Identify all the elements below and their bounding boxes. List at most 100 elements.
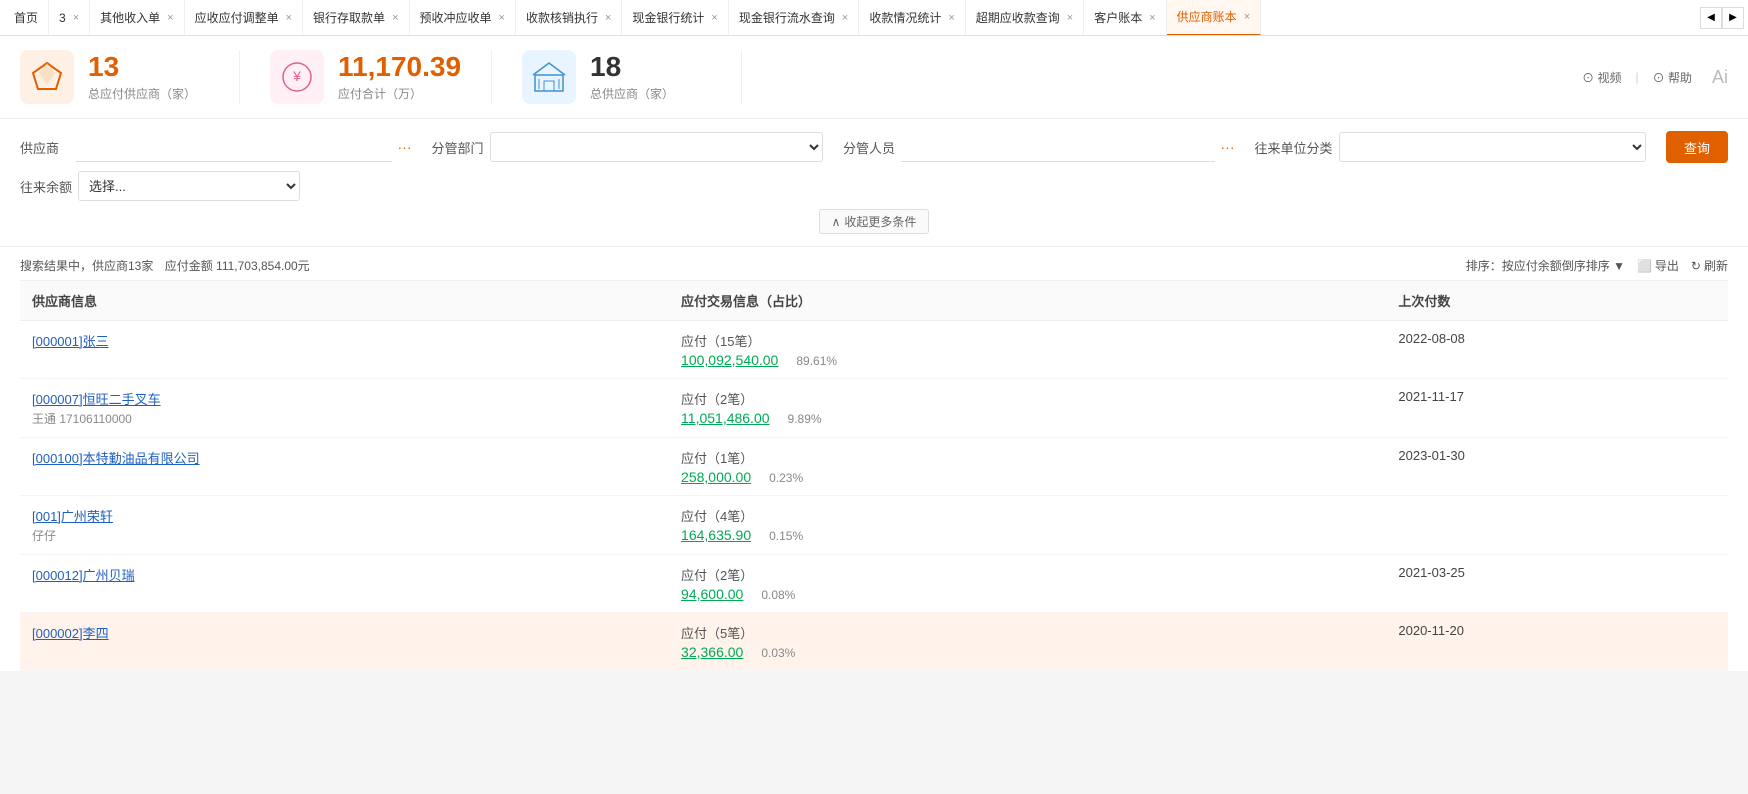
stat-value-3: 18 (590, 52, 674, 83)
tx-label: 应付（15笔） (681, 331, 1374, 350)
category-select[interactable] (1339, 132, 1646, 162)
export-button[interactable]: ⬜ 导出 (1637, 257, 1679, 274)
nav-tab-overdue[interactable]: 超期应收款查询 × (966, 0, 1084, 36)
supplier-link[interactable]: [000100]本特勤油品有限公司 (32, 451, 200, 466)
nav-arrows: ◀ ▶ (1700, 7, 1744, 29)
close-icon[interactable]: × (499, 12, 505, 24)
filter-item-balance: 往来余额 选择... (20, 171, 300, 201)
balance-label: 往来余额 (20, 177, 72, 196)
divider: | (1636, 70, 1639, 84)
close-icon[interactable]: × (711, 12, 717, 24)
ai-badge[interactable]: Ai (1712, 67, 1728, 88)
nav-next-button[interactable]: ▶ (1722, 7, 1744, 29)
stat-label-1: 总应付供应商（家） (88, 85, 196, 102)
close-icon[interactable]: × (1244, 11, 1250, 23)
stat-info-2: 11,170.39 应付合计（万） (338, 52, 461, 103)
toolbar-right: 排序：按应付余额倒序排序 ▼ ⬜ 导出 ↻ 刷新 (1466, 257, 1728, 274)
close-icon[interactable]: × (286, 12, 292, 24)
close-icon[interactable]: × (1149, 12, 1155, 24)
supplier-info-cell: [000002]李四 (20, 613, 669, 671)
close-icon[interactable]: × (167, 12, 173, 24)
nav-tab-collection-stat[interactable]: 收款情况统计 × (859, 0, 965, 36)
supplier-link[interactable]: [000007]恒旺二手叉车 (32, 392, 161, 407)
query-button[interactable]: 查询 (1666, 131, 1728, 163)
help-link[interactable]: ⊙ 帮助 (1653, 69, 1692, 86)
filter-row-1: 供应商 ··· 分管部门 分管人员 ··· 往来单位分类 查询 (20, 131, 1728, 163)
supplier-link[interactable]: [000012]广州贝瑞 (32, 568, 135, 583)
header-actions: ⊙ 视频 | ⊙ 帮助 Ai (1582, 67, 1728, 88)
tx-amount[interactable]: 94,600.00 (681, 586, 743, 602)
tx-amount[interactable]: 11,051,486.00 (681, 410, 770, 426)
nav-tab-home[interactable]: 首页 (4, 0, 49, 36)
video-link[interactable]: ⊙ 视频 (1582, 69, 1621, 86)
nav-tab-collection[interactable]: 收款核销执行 × (516, 0, 622, 36)
tx-info-cell: 应付（15笔）100,092,540.0089.61% (669, 321, 1386, 379)
person-input[interactable] (901, 132, 1214, 162)
tx-amount[interactable]: 100,092,540.00 (681, 352, 778, 368)
col-header-last-date: 上次付数 (1386, 281, 1728, 321)
col-header-supplier: 供应商信息 (20, 281, 669, 321)
table-row: [000012]广州贝瑞应付（2笔）94,600.000.08%2021-03-… (20, 555, 1728, 613)
nav-tab-advance[interactable]: 预收冲应收单 × (410, 0, 516, 36)
stat-value-2: 11,170.39 (338, 52, 461, 83)
nav-tab-3[interactable]: 3 × (49, 0, 90, 36)
table-row: [000001]张三应付（15笔）100,092,540.0089.61%202… (20, 321, 1728, 379)
table-row: [000007]恒旺二手叉车王通 17106110000应付（2笔）11,051… (20, 379, 1728, 438)
nav-tab-other-income[interactable]: 其他收入单 × (90, 0, 184, 36)
filter-item-dept: 分管部门 (432, 132, 824, 162)
close-icon[interactable]: × (73, 12, 79, 24)
nav-tab-supplier-account[interactable]: 供应商账本 × (1167, 0, 1261, 36)
supplier-sub-info: 王通 17106110000 (32, 410, 657, 427)
top-nav: 首页 3 × 其他收入单 × 应收应付调整单 × 银行存取款单 × 预收冲应收单… (0, 0, 1748, 36)
close-icon[interactable]: × (842, 12, 848, 24)
stat-info-1: 13 总应付供应商（家） (88, 52, 196, 103)
nav-tab-ar-adjust[interactable]: 应收应付调整单 × (185, 0, 303, 36)
dept-label: 分管部门 (432, 138, 484, 157)
sort-down-icon: ▼ (1613, 259, 1625, 273)
tx-label: 应付（5笔） (681, 623, 1374, 642)
supplier-info-cell: [000001]张三 (20, 321, 669, 379)
supplier-link[interactable]: [001]广州荣轩 (32, 509, 113, 524)
sort-label[interactable]: 排序：按应付余额倒序排序 ▼ (1466, 257, 1625, 274)
last-date-cell: 2022-08-08 (1386, 321, 1728, 379)
filter-item-category: 往来单位分类 (1255, 132, 1647, 162)
tx-percent: 0.23% (769, 471, 803, 485)
filter-bar: 供应商 ··· 分管部门 分管人员 ··· 往来单位分类 查询 往来余额 选择 (0, 119, 1748, 247)
tx-info-cell: 应付（2笔）11,051,486.009.89% (669, 379, 1386, 438)
supplier-input[interactable] (76, 132, 392, 162)
close-icon[interactable]: × (605, 12, 611, 24)
supplier-link[interactable]: [000002]李四 (32, 626, 109, 641)
tx-percent: 9.89% (788, 412, 822, 426)
tx-percent: 0.08% (761, 588, 795, 602)
nav-tab-bank-deposit[interactable]: 银行存取款单 × (303, 0, 409, 36)
main-table: 供应商信息 应付交易信息（占比） 上次付数 [000001]张三应付（15笔）1… (20, 281, 1728, 671)
tx-amount[interactable]: 258,000.00 (681, 469, 751, 485)
refresh-icon: ↻ (1691, 259, 1701, 273)
collapse-button[interactable]: ∧ 收起更多条件 (819, 209, 930, 234)
tx-amount[interactable]: 164,635.90 (681, 527, 751, 543)
supplier-link[interactable]: [000001]张三 (32, 334, 109, 349)
supplier-info-cell: [001]广州荣轩仔仔 (20, 496, 669, 555)
stat-block-total-suppliers: 18 总供应商（家） (522, 50, 742, 104)
stat-icon-money: ¥ (270, 50, 324, 104)
tx-label: 应付（4笔） (681, 506, 1374, 525)
tx-info-cell: 应付（2笔）94,600.000.08% (669, 555, 1386, 613)
category-label: 往来单位分类 (1255, 138, 1333, 157)
close-icon[interactable]: × (1067, 12, 1073, 24)
nav-tab-cash-bank-stat[interactable]: 现金银行统计 × (622, 0, 728, 36)
person-dots-icon[interactable]: ··· (1221, 139, 1235, 155)
supplier-dots-icon[interactable]: ··· (398, 139, 412, 155)
refresh-button[interactable]: ↻ 刷新 (1691, 257, 1728, 274)
nav-prev-button[interactable]: ◀ (1700, 7, 1722, 29)
close-icon[interactable]: × (948, 12, 954, 24)
stats-header: 13 总应付供应商（家） ¥ 11,170.39 应付合计（万） (0, 36, 1748, 119)
nav-tab-customer-account[interactable]: 客户账本 × (1084, 0, 1166, 36)
tx-label: 应付（1笔） (681, 448, 1374, 467)
dept-select[interactable] (490, 132, 823, 162)
last-date-cell (1386, 496, 1728, 555)
tx-amount[interactable]: 32,366.00 (681, 644, 743, 660)
close-icon[interactable]: × (392, 12, 398, 24)
balance-select[interactable]: 选择... (78, 171, 300, 201)
nav-tab-cash-bank-flow[interactable]: 现金银行流水查询 × (729, 0, 859, 36)
supplier-label: 供应商 (20, 138, 70, 157)
